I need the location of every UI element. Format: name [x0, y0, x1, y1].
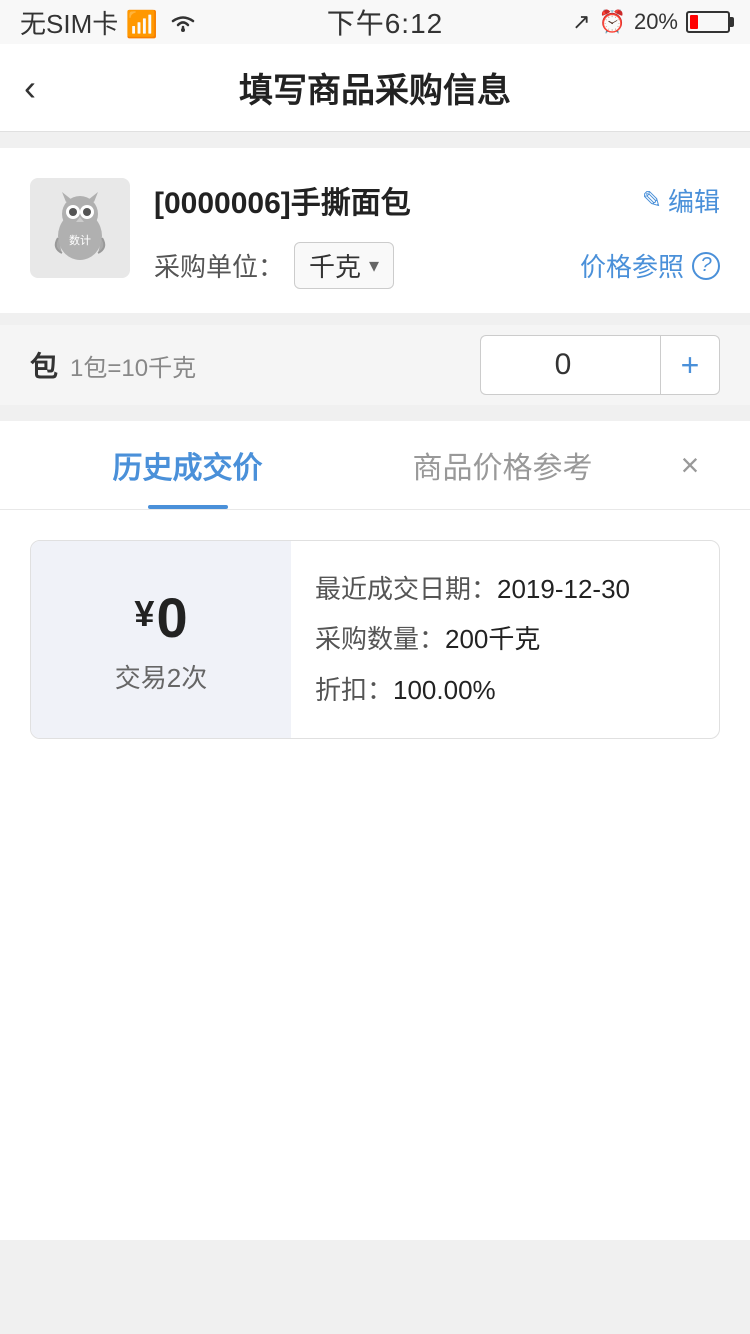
tab-product-price-ref[interactable]: 商品价格参考	[345, 421, 660, 509]
quantity-row: 包 1包=10千克 +	[0, 325, 750, 405]
svg-text:数计: 数计	[69, 234, 91, 247]
history-detail-discount: 折扣：100.00%	[315, 672, 695, 708]
unit-label: 采购单位：	[154, 247, 284, 284]
price-number: 0	[156, 585, 187, 650]
chevron-down-icon: ▾	[369, 253, 379, 278]
history-price-card: ¥ 0 交易2次 最近成交日期：2019-12-30 采购数量：200千克 折扣…	[30, 540, 720, 739]
battery-percent: 20%	[634, 9, 678, 35]
quantity-unit-info: 包 1包=10千克	[30, 345, 196, 385]
history-price-summary: ¥ 0 交易2次	[31, 541, 291, 738]
wifi-icon	[168, 11, 198, 33]
history-detail-quantity: 采购数量：200千克	[315, 621, 695, 657]
product-thumbnail: 数计	[30, 178, 130, 278]
history-price-value: ¥ 0	[134, 585, 187, 650]
quantity-conversion-text: 1包=10千克	[70, 348, 196, 383]
transaction-count: 交易2次	[115, 658, 207, 695]
quantity-label: 采购数量：	[315, 624, 445, 654]
quantity-input-area: +	[480, 335, 720, 395]
tab-close-button[interactable]: ×	[660, 421, 720, 509]
history-detail-date: 最近成交日期：2019-12-30	[315, 571, 695, 607]
tab-section: 历史成交价 商品价格参考 × ¥ 0 交易2次 最近成交日期：2019-12-3…	[0, 421, 750, 1240]
unit-selector-group: 采购单位： 千克 ▾	[154, 242, 394, 289]
tab-history-price[interactable]: 历史成交价	[30, 421, 345, 509]
product-name-row: [0000006]手撕面包 ✎ 编辑	[154, 178, 720, 222]
price-ref-label: 价格参照	[580, 247, 684, 284]
product-unit-row: 采购单位： 千克 ▾ 价格参照 ?	[154, 242, 720, 289]
status-bar: 无SIM卡 📶 下午6:12 ↗ ⏰ 20%	[0, 0, 750, 44]
quantity-plus-button[interactable]: +	[660, 335, 720, 395]
price-reference-button[interactable]: 价格参照 ?	[580, 247, 720, 284]
battery-icon	[686, 11, 730, 33]
history-price-details: 最近成交日期：2019-12-30 采购数量：200千克 折扣：100.00%	[291, 541, 719, 738]
page-title: 填写商品采购信息	[239, 63, 511, 112]
tab-history-label: 历史成交价	[113, 443, 263, 487]
quantity-bao-label: 包	[30, 345, 58, 385]
carrier-text: 无SIM卡 📶	[20, 4, 158, 41]
discount-label: 折扣：	[315, 675, 393, 705]
edit-label: 编辑	[668, 182, 720, 219]
date-label: 最近成交日期：	[315, 574, 497, 604]
unit-select-dropdown[interactable]: 千克 ▾	[294, 242, 394, 289]
product-card: 数计 [0000006]手撕面包 ✎ 编辑 采购单位： 千克 ▾ 价格参照 ?	[0, 148, 750, 313]
status-right: ↗ ⏰ 20%	[572, 9, 730, 35]
product-info: [0000006]手撕面包 ✎ 编辑 采购单位： 千克 ▾ 价格参照 ?	[154, 178, 720, 289]
tab-header: 历史成交价 商品价格参考 ×	[0, 421, 750, 510]
yen-symbol: ¥	[134, 593, 154, 635]
nav-bar: ‹ 填写商品采购信息	[0, 44, 750, 132]
date-value: 2019-12-30	[497, 574, 630, 604]
price-ref-info-icon: ?	[692, 252, 720, 280]
alarm-icon: ⏰	[599, 9, 626, 35]
tab-active-underline	[148, 505, 228, 509]
tab-price-ref-label: 商品价格参考	[413, 443, 593, 487]
status-time: 下午6:12	[327, 2, 444, 42]
product-image: 数计	[40, 188, 120, 268]
back-button[interactable]: ‹	[24, 67, 36, 109]
status-left: 无SIM卡 📶	[20, 4, 198, 41]
quantity-input[interactable]	[480, 335, 660, 395]
discount-value: 100.00%	[393, 675, 496, 705]
edit-button[interactable]: ✎ 编辑	[642, 182, 720, 219]
tab-content-area: ¥ 0 交易2次 最近成交日期：2019-12-30 采购数量：200千克 折扣…	[0, 540, 750, 1240]
quantity-value: 200千克	[445, 624, 540, 654]
unit-select-value: 千克	[309, 247, 361, 284]
product-name: [0000006]手撕面包	[154, 178, 411, 222]
edit-icon: ✎	[642, 186, 662, 215]
location-icon: ↗	[572, 9, 590, 35]
